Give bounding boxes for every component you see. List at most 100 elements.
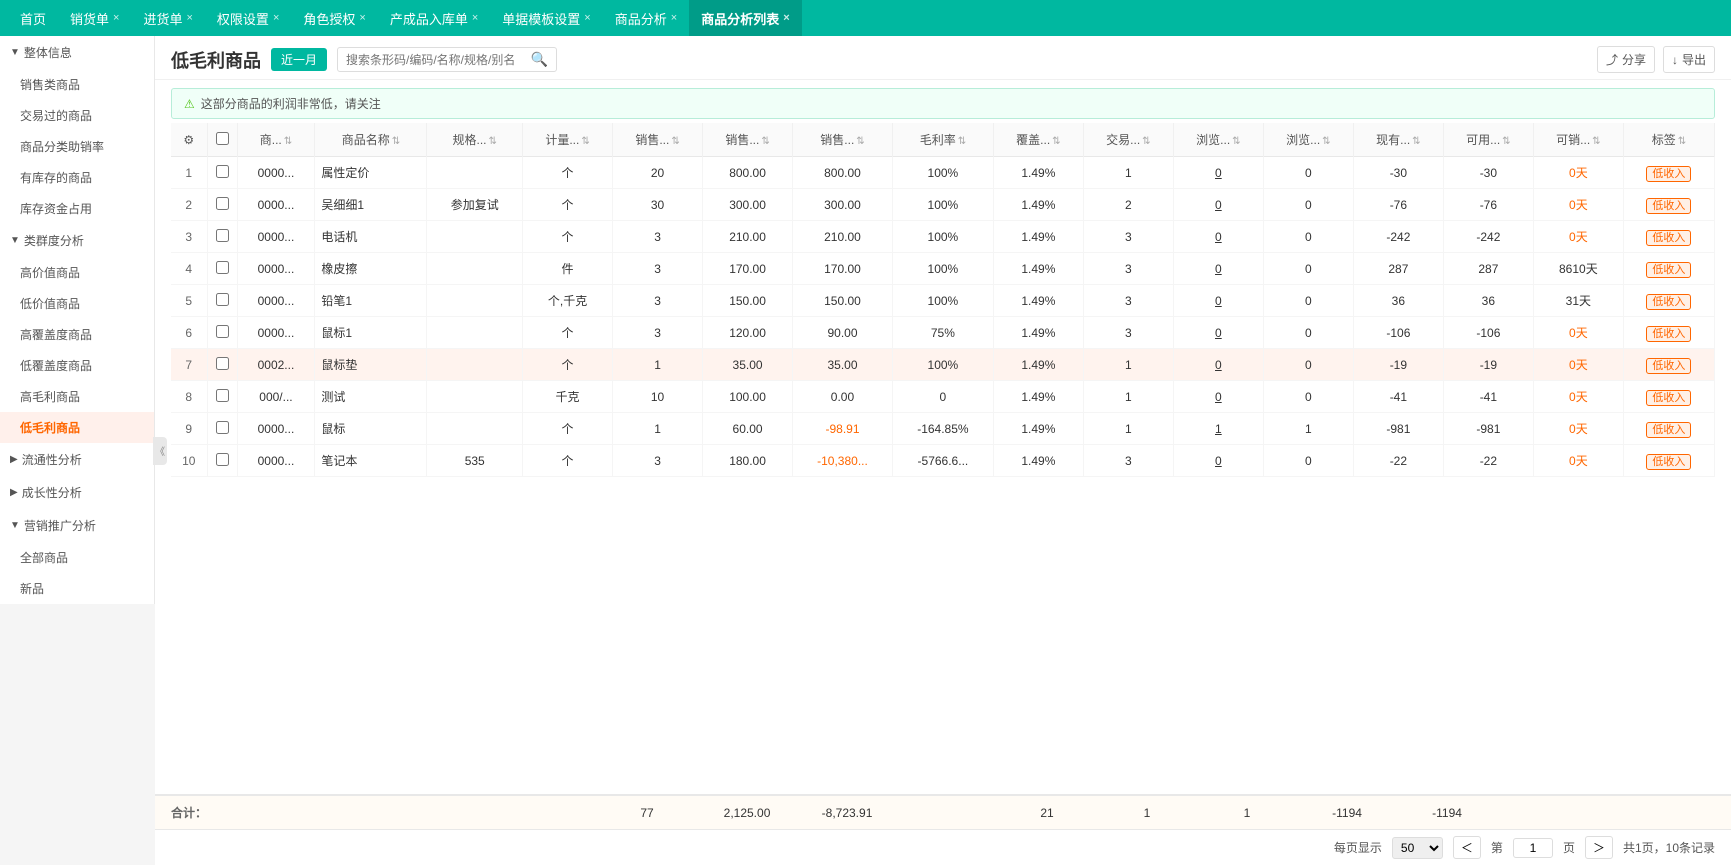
sidebar-section-growth[interactable]: ▶ 成长性分析 — [0, 476, 154, 509]
nav-purchase-order[interactable]: 进货单 × — [131, 0, 204, 36]
cell-checkbox[interactable] — [207, 157, 237, 189]
sidebar-section-liquidity[interactable]: ▶ 流通性分析 — [0, 443, 154, 476]
cell-checkbox[interactable] — [207, 253, 237, 285]
cell-checkbox[interactable] — [207, 221, 237, 253]
cell-browse1[interactable]: 0 — [1173, 445, 1263, 477]
cell-browse1[interactable]: 0 — [1173, 349, 1263, 381]
th-unit[interactable]: 计量...⇅ — [523, 123, 613, 157]
sidebar-item-new-goods[interactable]: 新品 — [0, 573, 154, 604]
sidebar-item-inventory-capital[interactable]: 库存资金占用 — [0, 193, 154, 224]
th-sales-profit[interactable]: 销售...⇅ — [793, 123, 893, 157]
cell-checkbox[interactable] — [207, 285, 237, 317]
cell-current-stock: -76 — [1353, 189, 1443, 221]
sidebar-item-high-coverage[interactable]: 高覆盖度商品 — [0, 319, 154, 350]
th-tag[interactable]: 标签⇅ — [1623, 123, 1714, 157]
th-checkbox[interactable] — [207, 123, 237, 157]
sidebar-item-high-margin[interactable]: 高毛利商品 — [0, 381, 154, 412]
close-icon[interactable]: × — [584, 12, 590, 24]
page-number-input[interactable] — [1513, 838, 1553, 858]
row-checkbox[interactable] — [216, 293, 229, 306]
close-icon[interactable]: × — [359, 12, 365, 24]
sidebar-section-overall[interactable]: ▼ 整体信息 — [0, 36, 154, 69]
row-checkbox[interactable] — [216, 325, 229, 338]
th-name[interactable]: 商品名称⇅ — [315, 123, 427, 157]
th-browse2[interactable]: 浏览...⇅ — [1263, 123, 1353, 157]
cell-browse1[interactable]: 0 — [1173, 189, 1263, 221]
close-icon[interactable]: × — [671, 12, 677, 24]
nav-product-analysis[interactable]: 商品分析 × — [603, 0, 689, 36]
nav-home[interactable]: 首页 — [8, 0, 58, 36]
th-sellable[interactable]: 可销...⇅ — [1533, 123, 1623, 157]
export-button[interactable]: ↓ 导出 — [1663, 46, 1715, 73]
th-sales-qty[interactable]: 销售...⇅ — [613, 123, 703, 157]
th-settings[interactable]: ⚙ — [171, 123, 207, 157]
cell-checkbox[interactable] — [207, 349, 237, 381]
th-coverage[interactable]: 覆盖...⇅ — [993, 123, 1083, 157]
row-checkbox[interactable] — [216, 261, 229, 274]
nav-product-analysis-list[interactable]: 商品分析列表 × — [689, 0, 801, 36]
th-code[interactable]: 商...⇅ — [237, 123, 315, 157]
sidebar-item-low-value[interactable]: 低价值商品 — [0, 288, 154, 319]
cell-checkbox[interactable] — [207, 445, 237, 477]
row-checkbox[interactable] — [216, 197, 229, 210]
nav-permission[interactable]: 权限设置 × — [205, 0, 291, 36]
cell-checkbox[interactable] — [207, 317, 237, 349]
row-checkbox[interactable] — [216, 229, 229, 242]
per-page-select[interactable]: 50 20 100 — [1392, 837, 1443, 859]
share-button[interactable]: ⤴ 分享 — [1597, 46, 1655, 73]
close-icon[interactable]: × — [113, 12, 119, 24]
page-prev-btn[interactable]: ＜ — [1453, 836, 1481, 859]
page-next-btn[interactable]: ＞ — [1585, 836, 1613, 859]
search-input[interactable] — [346, 53, 531, 67]
sidebar-item-category-sales-rate[interactable]: 商品分类助销率 — [0, 131, 154, 162]
sidebar-item-sales-goods[interactable]: 销售类商品 — [0, 69, 154, 100]
sidebar-item-low-coverage[interactable]: 低覆盖度商品 — [0, 350, 154, 381]
table-wrapper[interactable]: ⚙ 商...⇅ 商品名称⇅ 规格...⇅ 计量...⇅ 销售...⇅ 销售...… — [155, 123, 1731, 794]
cell-checkbox[interactable] — [207, 189, 237, 221]
row-checkbox[interactable] — [216, 357, 229, 370]
cell-checkbox[interactable] — [207, 381, 237, 413]
row-checkbox[interactable] — [216, 389, 229, 402]
footer-available: -1194 — [1407, 806, 1487, 820]
th-available[interactable]: 可用...⇅ — [1443, 123, 1533, 157]
sidebar-item-all-goods[interactable]: 全部商品 — [0, 542, 154, 573]
cell-checkbox[interactable] — [207, 413, 237, 445]
cell-browse1[interactable]: 1 — [1173, 413, 1263, 445]
row-checkbox[interactable] — [216, 421, 229, 434]
cell-browse1[interactable]: 0 — [1173, 157, 1263, 189]
sidebar-section-marketing[interactable]: ▼ 营销推广分析 — [0, 509, 154, 542]
cell-unit: 个,千克 — [523, 285, 613, 317]
select-all-checkbox[interactable] — [216, 132, 229, 145]
sidebar-section-cluster[interactable]: ▼ 类群度分析 — [0, 224, 154, 257]
cell-browse2: 0 — [1263, 189, 1353, 221]
search-icon[interactable]: 🔍 — [531, 51, 548, 68]
row-checkbox[interactable] — [216, 165, 229, 178]
cell-sales-profit: 210.00 — [793, 221, 893, 253]
cell-browse1[interactable]: 0 — [1173, 253, 1263, 285]
th-current-stock[interactable]: 现有...⇅ — [1353, 123, 1443, 157]
time-filter-button[interactable]: 近一月 — [271, 48, 327, 71]
nav-sales-order[interactable]: 销货单 × — [58, 0, 131, 36]
th-sales-amount[interactable]: 销售...⇅ — [703, 123, 793, 157]
sidebar-toggle-btn[interactable]: 《 — [153, 437, 167, 465]
sidebar-item-high-value[interactable]: 高价值商品 — [0, 257, 154, 288]
th-browse1[interactable]: 浏览...⇅ — [1173, 123, 1263, 157]
cell-browse1[interactable]: 0 — [1173, 317, 1263, 349]
cell-browse1[interactable]: 0 — [1173, 285, 1263, 317]
row-checkbox[interactable] — [216, 453, 229, 466]
close-icon[interactable]: × — [783, 12, 789, 24]
th-transaction[interactable]: 交易...⇅ — [1083, 123, 1173, 157]
close-icon[interactable]: × — [472, 12, 478, 24]
cell-browse1[interactable]: 0 — [1173, 221, 1263, 253]
nav-product-warehouse[interactable]: 产成品入库单 × — [378, 0, 490, 36]
sidebar-item-low-margin[interactable]: 低毛利商品 — [0, 412, 154, 443]
nav-role-auth[interactable]: 角色授权 × — [291, 0, 377, 36]
th-spec[interactable]: 规格...⇅ — [427, 123, 523, 157]
close-icon[interactable]: × — [186, 12, 192, 24]
sidebar-item-traded-goods[interactable]: 交易过的商品 — [0, 100, 154, 131]
th-gross-margin[interactable]: 毛利率⇅ — [892, 123, 993, 157]
sidebar-item-inventory-goods[interactable]: 有库存的商品 — [0, 162, 154, 193]
nav-template-setting[interactable]: 单据模板设置 × — [490, 0, 602, 36]
cell-browse1[interactable]: 0 — [1173, 381, 1263, 413]
close-icon[interactable]: × — [273, 12, 279, 24]
